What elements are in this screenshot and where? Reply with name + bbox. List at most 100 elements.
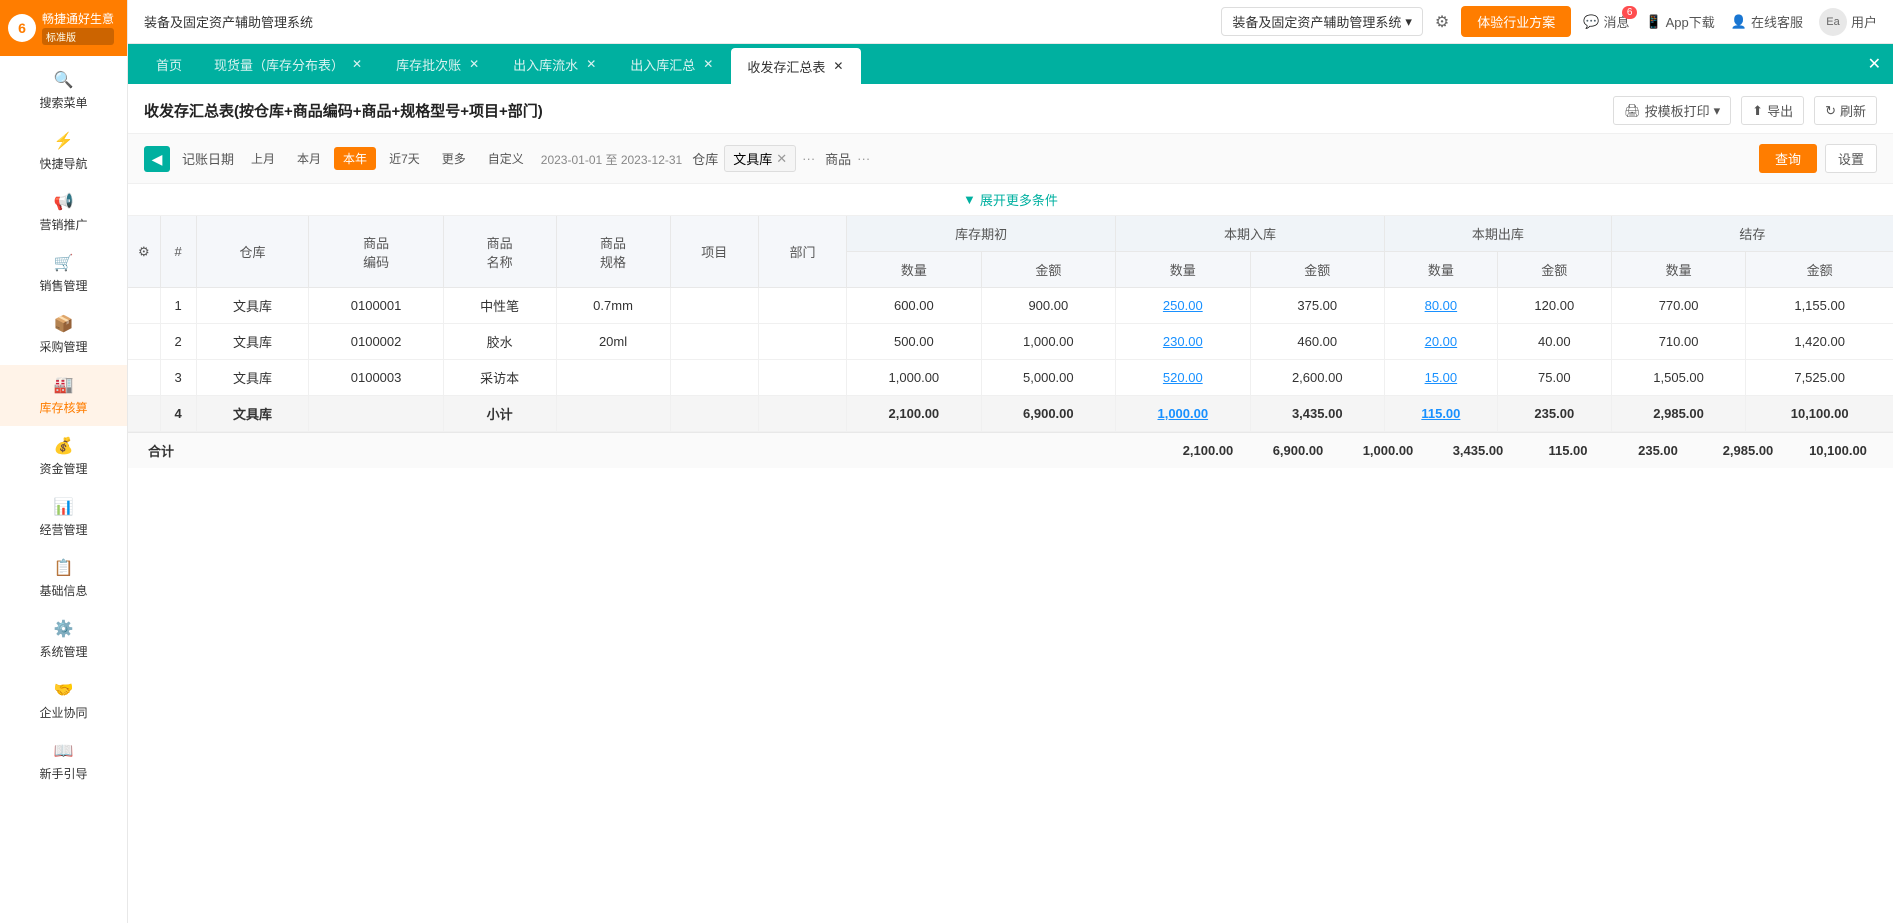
refresh-button[interactable]: ↻ 刷新	[1814, 96, 1877, 125]
sidebar-item-newbie[interactable]: 📖 新手引导	[0, 731, 127, 792]
experience-button[interactable]: 体验行业方案	[1461, 6, 1571, 37]
sidebar-item-sales[interactable]: 🛒 销售管理	[0, 243, 127, 304]
sidebar-item-label: 营销推广	[39, 216, 87, 233]
row-out-amount: 40.00	[1497, 324, 1611, 360]
topbar-selector[interactable]: 装备及固定资产辅助管理系统 ▾	[1221, 7, 1423, 36]
row-opening-amount: 900.00	[981, 288, 1115, 324]
sidebar-item-search[interactable]: 🔍 搜索菜单	[0, 60, 127, 121]
warehouse-tag[interactable]: 文具库 ✕	[724, 145, 796, 172]
tab-receive-send-summary[interactable]: 收发存汇总表 ✕	[731, 48, 861, 84]
filter-settings-button[interactable]: 设置	[1825, 144, 1877, 173]
row-closing-amount: 1,420.00	[1746, 324, 1893, 360]
tab-in-out-summary[interactable]: 出入库汇总 ✕	[614, 44, 731, 84]
row-in-amount: 2,600.00	[1250, 360, 1384, 396]
table-row: 1文具库0100001中性笔0.7mm600.00900.00250.00375…	[128, 288, 1893, 324]
footer-out-qty: 115.00	[1523, 443, 1613, 458]
date-opt-more[interactable]: 更多	[433, 147, 475, 170]
warehouse-more-button[interactable]: ···	[802, 151, 815, 166]
tab-receive-send-summary-close[interactable]: ✕	[831, 57, 845, 75]
footer-closing-amount: 10,100.00	[1793, 443, 1883, 458]
sidebar-item-finance[interactable]: 💰 资金管理	[0, 426, 127, 487]
row-goods-spec: 20ml	[556, 324, 670, 360]
warehouse-filter-label: 仓库	[692, 149, 718, 168]
row-opening-qty: 500.00	[847, 324, 981, 360]
warehouse-filter-group: 仓库 文具库 ✕ ···	[692, 145, 815, 172]
col-goods-spec: 商品规格	[556, 216, 670, 288]
content-area: 收发存汇总表(按仓库+商品编码+商品+规格型号+项目+部门) 🖨 按模板打印 ▾…	[128, 84, 1893, 923]
date-opt-custom[interactable]: 自定义	[479, 147, 533, 170]
selector-label: 装备及固定资产辅助管理系统	[1232, 12, 1401, 31]
row-out-qty[interactable]: 80.00	[1385, 288, 1498, 324]
date-filter-label: 记账日期	[182, 149, 234, 168]
logo-name: 畅捷通好生意	[42, 11, 114, 28]
app-download-button[interactable]: 📱 App下载	[1645, 12, 1714, 31]
sidebar: 6 畅捷通好生意 标准版 🔍 搜索菜单 ⚡ 快捷导航 📢 营销推广 🛒 销售管理…	[0, 0, 128, 923]
footer-out-amount: 235.00	[1613, 443, 1703, 458]
row-num: 1	[160, 288, 196, 324]
query-button[interactable]: 查询	[1759, 144, 1817, 173]
sidebar-item-label: 快捷导航	[39, 155, 87, 172]
export-button[interactable]: ⬆ 导出	[1741, 96, 1804, 125]
row-out-qty[interactable]: 20.00	[1385, 324, 1498, 360]
warehouse-tag-close-icon[interactable]: ✕	[776, 151, 787, 167]
tab-stock-distribution[interactable]: 现货量（库存分布表） ✕	[198, 44, 380, 84]
sidebar-item-quick-nav[interactable]: ⚡ 快捷导航	[0, 121, 127, 182]
app-download-label: App下载	[1666, 12, 1715, 31]
toggle-icon: ◀	[152, 151, 163, 168]
online-service-button[interactable]: 👤 在线客服	[1731, 12, 1803, 31]
tab-home[interactable]: 首页	[140, 44, 198, 84]
inventory-icon: 🏭	[54, 375, 74, 395]
sidebar-item-purchase[interactable]: 📦 采购管理	[0, 304, 127, 365]
row-opening-qty: 2,100.00	[847, 396, 981, 432]
sidebar-item-label: 基础信息	[39, 582, 87, 599]
date-opt-last-month[interactable]: 上月	[242, 147, 284, 170]
row-in-qty[interactable]: 250.00	[1116, 288, 1250, 324]
sidebar-menu: 🔍 搜索菜单 ⚡ 快捷导航 📢 营销推广 🛒 销售管理 📦 采购管理 🏭 库存核…	[0, 56, 127, 923]
sidebar-item-marketing[interactable]: 📢 营销推广	[0, 182, 127, 243]
sidebar-item-label: 库存核算	[39, 399, 87, 416]
tab-batch-account[interactable]: 库存批次账 ✕	[380, 44, 497, 84]
tab-stock-distribution-close[interactable]: ✕	[350, 55, 364, 73]
row-out-qty[interactable]: 15.00	[1385, 360, 1498, 396]
sidebar-item-label: 经营管理	[39, 521, 87, 538]
print-button[interactable]: 🖨 按模板打印 ▾	[1613, 96, 1731, 125]
row-in-qty[interactable]: 230.00	[1116, 324, 1250, 360]
row-closing-amount: 10,100.00	[1746, 396, 1893, 432]
date-opt-this-month[interactable]: 本月	[288, 147, 330, 170]
col-in-amount: 金额	[1250, 252, 1384, 288]
close-all-tabs-button[interactable]: ✕	[1868, 54, 1881, 74]
sidebar-item-operations[interactable]: 📊 经营管理	[0, 487, 127, 548]
row-in-qty[interactable]: 1,000.00	[1116, 396, 1250, 432]
expand-conditions-button[interactable]: ▼ 展开更多条件	[963, 190, 1058, 209]
logo-badge: 标准版	[42, 28, 114, 45]
date-opt-this-year[interactable]: 本年	[334, 147, 376, 170]
row-in-qty[interactable]: 520.00	[1116, 360, 1250, 396]
tab-batch-account-close[interactable]: ✕	[467, 55, 481, 73]
tab-in-out-flow[interactable]: 出入库流水 ✕	[497, 44, 614, 84]
tab-in-out-summary-close[interactable]: ✕	[701, 55, 715, 73]
row-project	[670, 360, 758, 396]
gear-icon[interactable]: ⚙	[1435, 12, 1449, 32]
tab-home-label: 首页	[156, 55, 182, 74]
sidebar-item-inventory[interactable]: 🏭 库存核算	[0, 365, 127, 426]
message-button[interactable]: 💬 消息 6	[1583, 12, 1629, 31]
refresh-icon: ↻	[1825, 103, 1836, 119]
row-warehouse: 文具库	[196, 324, 309, 360]
row-closing-qty: 2,985.00	[1611, 396, 1745, 432]
avatar: Ea	[1819, 8, 1847, 36]
sidebar-item-system[interactable]: ⚙️ 系统管理	[0, 609, 127, 670]
sidebar-item-enterprise[interactable]: 🤝 企业协同	[0, 670, 127, 731]
table-row: 3文具库0100003采访本1,000.005,000.00520.002,60…	[128, 360, 1893, 396]
row-goods-code	[309, 396, 443, 432]
col-opening-qty: 数量	[847, 252, 981, 288]
sidebar-item-basic[interactable]: 📋 基础信息	[0, 548, 127, 609]
filter-toggle-button[interactable]: ◀	[144, 146, 170, 172]
tab-in-out-flow-close[interactable]: ✕	[584, 55, 598, 73]
goods-more-button[interactable]: ···	[857, 151, 870, 166]
user-menu[interactable]: Ea 用户	[1819, 8, 1877, 36]
row-goods-code: 0100003	[309, 360, 443, 396]
date-opt-7days[interactable]: 近7天	[380, 147, 429, 170]
row-out-qty[interactable]: 115.00	[1385, 396, 1498, 432]
topbar-app-title: 装备及固定资产辅助管理系统	[144, 12, 1209, 31]
expand-btn-label: 展开更多条件	[980, 190, 1058, 209]
